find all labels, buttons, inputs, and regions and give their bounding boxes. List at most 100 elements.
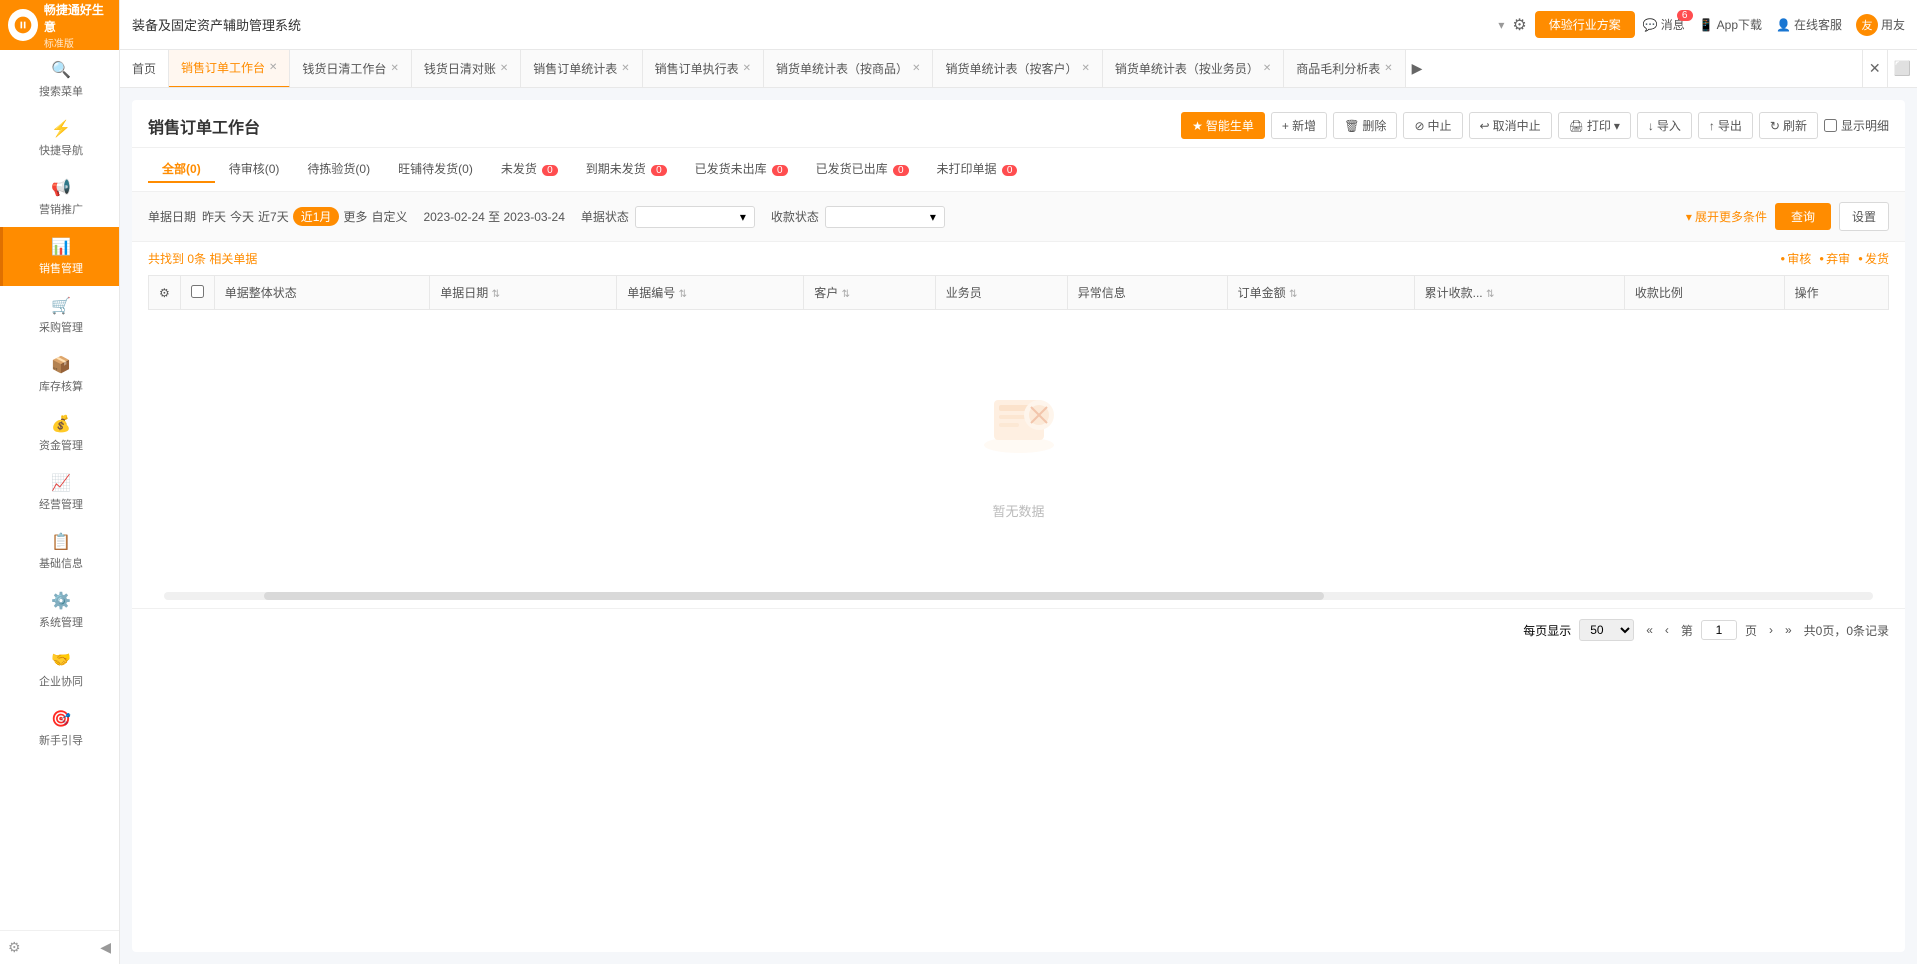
tab-gross-analysis[interactable]: 商品毛利分析表 ✕ (1284, 50, 1405, 88)
sidebar-item-quick-nav[interactable]: ⚡ 快捷导航 (0, 109, 119, 168)
tab-home[interactable]: 首页 (120, 50, 169, 88)
customer-sort-icon[interactable]: ⇅ (842, 289, 850, 300)
tab-close-cash-daily[interactable]: ✕ (390, 63, 398, 74)
review-action-link[interactable]: 审核 (1780, 250, 1811, 267)
tab-more-btn[interactable]: ▶ (1406, 60, 1429, 77)
filter-tab-not-printed[interactable]: 未打印单据 0 (923, 156, 1032, 183)
col-staff-header[interactable]: 业务员 (935, 276, 1067, 310)
filter-tab-shipped-not-out[interactable]: 已发货未出库 0 (681, 156, 802, 183)
unreviewed-action-link[interactable]: 弃审 (1819, 250, 1850, 267)
sidebar-item-inventory[interactable]: 📦 库存核算 (0, 345, 119, 404)
amount-sort-icon[interactable]: ⇅ (1289, 289, 1297, 300)
col-date-header[interactable]: 单据日期 ⇅ (430, 276, 617, 310)
filter-tab-shipped-out[interactable]: 已发货已出库 0 (802, 156, 923, 183)
col-settings[interactable]: ⚙ (149, 276, 181, 310)
tab-maximize-btn[interactable]: ⬜ (1887, 50, 1917, 88)
filter-tab-pending-inspect[interactable]: 待拣验货(0) (293, 156, 384, 183)
smart-create-btn[interactable]: ★ 智能生单 (1181, 112, 1265, 139)
ship-action-link[interactable]: 发货 (1858, 250, 1889, 267)
date-yesterday[interactable]: 昨天 (202, 208, 226, 225)
page-first-btn[interactable]: « (1642, 621, 1657, 639)
industry-btn[interactable]: 体验行业方案 (1535, 11, 1635, 38)
tab-sales-by-staff[interactable]: 销货单统计表（按业务员） ✕ (1103, 50, 1284, 88)
tab-sales-stat[interactable]: 销售订单统计表 ✕ (521, 50, 642, 88)
horizontal-scrollbar[interactable] (164, 592, 1873, 600)
import-btn[interactable]: ↓ 导入 (1637, 112, 1692, 139)
filter-tab-all[interactable]: 全部(0) (148, 156, 215, 183)
horizontal-scrollbar-thumb[interactable] (264, 592, 1324, 600)
tab-sales-exec[interactable]: 销售订单执行表 ✕ (643, 50, 764, 88)
sidebar-item-guide[interactable]: 🎯 新手引导 (0, 699, 119, 758)
date-7days[interactable]: 近7天 (258, 208, 289, 225)
export-btn[interactable]: ↑ 导出 (1698, 112, 1753, 139)
page-number-input[interactable] (1701, 620, 1737, 640)
sidebar-item-system[interactable]: ⚙️ 系统管理 (0, 581, 119, 640)
show-detail-label[interactable]: 显示明细 (1824, 117, 1889, 134)
col-amount-header[interactable]: 订单金额 ⇅ (1227, 276, 1414, 310)
sidebar-item-marketing[interactable]: 📢 营销推广 (0, 168, 119, 227)
delete-btn[interactable]: 🗑 删除 (1333, 112, 1397, 139)
date-today[interactable]: 今天 (230, 208, 254, 225)
dropdown-arrow-header[interactable]: ▾ (1498, 18, 1504, 32)
date-more[interactable]: 更多 (343, 208, 367, 225)
sidebar-settings-icon[interactable]: ⚙ (8, 939, 21, 956)
query-btn[interactable]: 查询 (1775, 203, 1831, 230)
filter-tab-wangpu[interactable]: 旺铺待发货(0) (384, 156, 487, 183)
sidebar-item-enterprise[interactable]: 🤝 企业协同 (0, 640, 119, 699)
sidebar-item-search[interactable]: 🔍 搜索菜单 (0, 50, 119, 109)
select-all-checkbox[interactable] (191, 285, 204, 298)
print-btn[interactable]: 🖨 打印 ▾ (1558, 112, 1631, 139)
filter-tab-overdue-not-shipped[interactable]: 到期未发货 0 (572, 156, 681, 183)
date-sort-icon[interactable]: ⇅ (492, 289, 500, 300)
set-btn[interactable]: 设置 (1839, 202, 1889, 231)
new-btn[interactable]: + 新增 (1271, 112, 1327, 139)
tab-close-cash-reconcile[interactable]: ✕ (500, 63, 508, 74)
tab-cash-reconcile[interactable]: 钱货日清对账 ✕ (412, 50, 521, 88)
sidebar-item-operation[interactable]: 📈 经营管理 (0, 463, 119, 522)
tab-sales-by-product[interactable]: 销货单统计表（按商品） ✕ (764, 50, 933, 88)
date-1month[interactable]: 近1月 (293, 207, 340, 226)
page-prev-btn[interactable]: ‹ (1661, 621, 1673, 639)
payment-select[interactable]: ▾ (825, 206, 945, 228)
show-detail-checkbox[interactable] (1824, 119, 1837, 132)
stop-btn[interactable]: ⊘ 中止 (1403, 112, 1462, 139)
message-icon-item[interactable]: 💬 6 消息 (1643, 16, 1685, 33)
tab-close-sales-stat[interactable]: ✕ (621, 63, 629, 74)
sidebar-item-purchase[interactable]: 🛒 采购管理 (0, 286, 119, 345)
date-custom[interactable]: 自定义 (371, 208, 407, 225)
status-select[interactable]: ▾ (635, 206, 755, 228)
sidebar-collapse-icon[interactable]: ◀ (100, 939, 111, 956)
sidebar-item-sales[interactable]: 📊 销售管理 (0, 227, 119, 286)
online-service-item[interactable]: 👤 在线客服 (1776, 16, 1842, 33)
refresh-btn[interactable]: ↻ 刷新 (1759, 112, 1818, 139)
horizontal-scrollbar-container[interactable] (132, 588, 1905, 608)
page-last-btn[interactable]: » (1781, 621, 1796, 639)
tab-close-gross-analysis[interactable]: ✕ (1384, 63, 1392, 74)
expand-conditions-btn[interactable]: ▾ 展开更多条件 (1686, 208, 1767, 225)
number-sort-icon[interactable]: ⇅ (679, 289, 687, 300)
tab-cash-daily[interactable]: 钱货日清工作台 ✕ (290, 50, 411, 88)
col-number-header[interactable]: 单据编号 ⇅ (617, 276, 804, 310)
tab-close-sales-by-product[interactable]: ✕ (912, 63, 920, 74)
col-collected-header[interactable]: 累计收款... ⇅ (1414, 276, 1624, 310)
table-scroll-container[interactable]: ⚙ 单据整体状态 单据日期 ⇅ 单据编号 ⇅ (132, 275, 1905, 588)
cancel-stop-btn[interactable]: ↩ 取消中止 (1469, 112, 1552, 139)
filter-tab-pending-review[interactable]: 待审核(0) (215, 156, 294, 183)
tab-sales-order-workbench[interactable]: 销售订单工作台 ✕ (169, 50, 290, 88)
gear-icon[interactable]: ⚙ (1512, 15, 1526, 35)
page-next-btn[interactable]: › (1765, 621, 1777, 639)
col-customer-header[interactable]: 客户 ⇅ (804, 276, 935, 310)
tab-close-sales-exec[interactable]: ✕ (743, 63, 751, 74)
app-download-item[interactable]: 📱 App下载 (1699, 16, 1762, 33)
tab-close-sales-by-customer[interactable]: ✕ (1081, 63, 1089, 74)
per-page-select[interactable]: 50 100 200 (1579, 619, 1634, 641)
filter-tab-not-shipped[interactable]: 未发货 0 (487, 156, 572, 183)
tab-sales-by-customer[interactable]: 销货单统计表（按客户） ✕ (933, 50, 1102, 88)
user-item[interactable]: 友 用友 (1856, 14, 1905, 36)
tab-close-sales-by-staff[interactable]: ✕ (1263, 63, 1271, 74)
tab-close-sales-order[interactable]: ✕ (269, 62, 277, 73)
sidebar-item-basic[interactable]: 📋 基础信息 (0, 522, 119, 581)
sidebar-item-finance[interactable]: 💰 资金管理 (0, 404, 119, 463)
col-checkbox[interactable] (180, 276, 214, 310)
collected-sort-icon[interactable]: ⇅ (1486, 289, 1494, 300)
